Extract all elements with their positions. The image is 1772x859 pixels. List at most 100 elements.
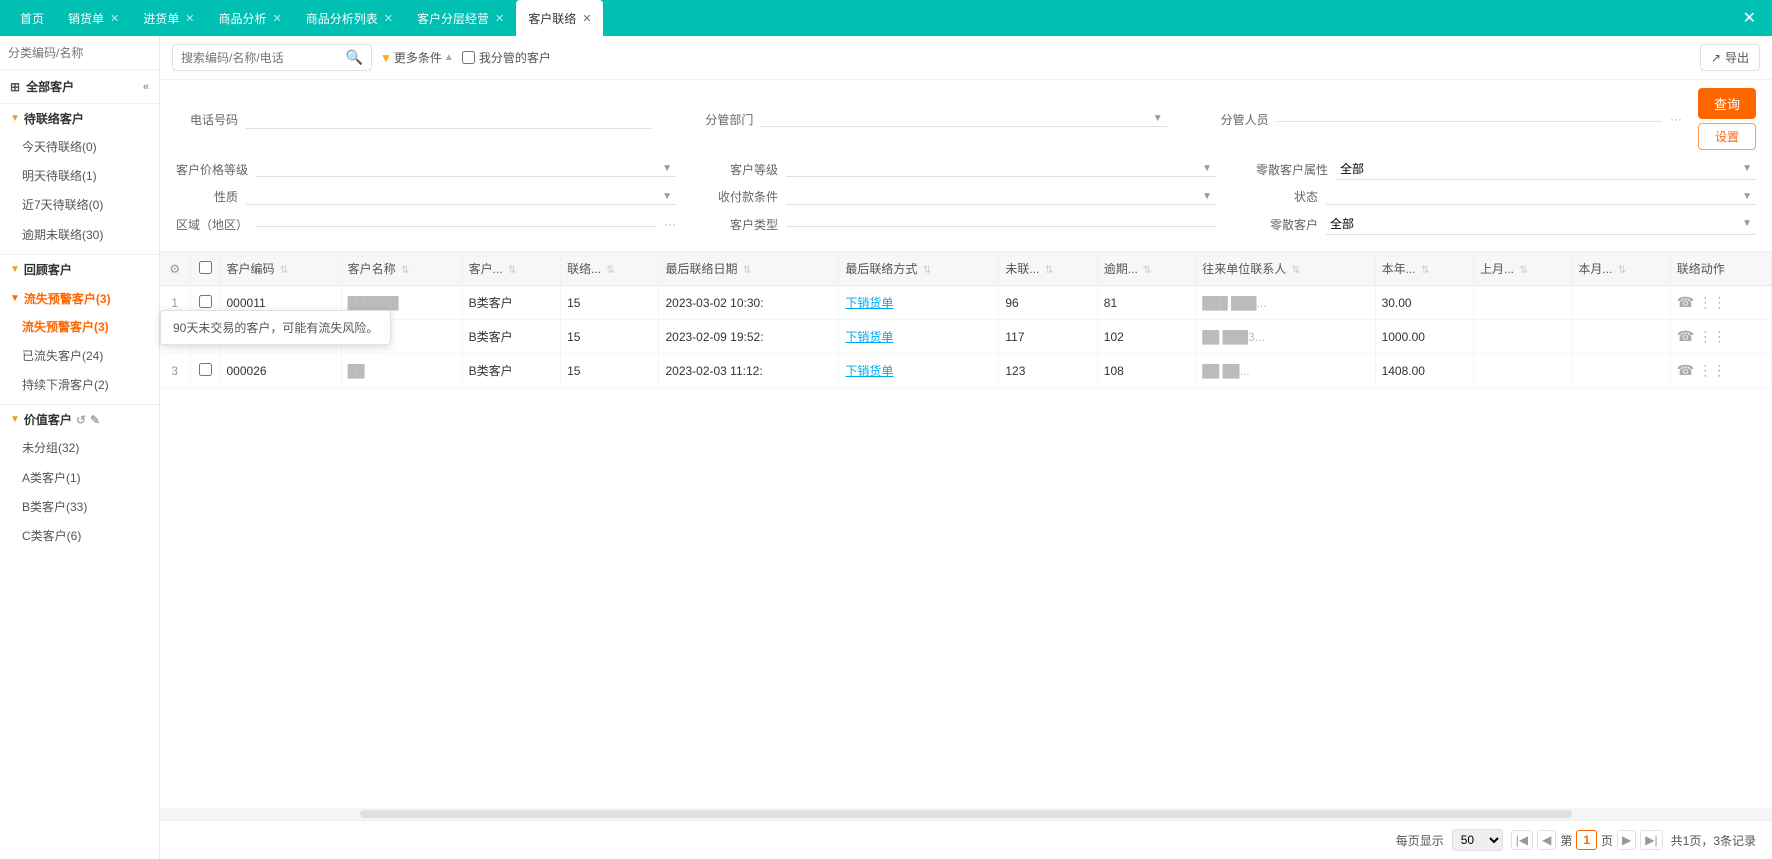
tab-sales[interactable]: 销货单 ✕ bbox=[56, 0, 131, 36]
per-page-select[interactable]: 50 100 200 bbox=[1452, 829, 1503, 851]
page-first-button[interactable]: |◀ bbox=[1511, 830, 1533, 850]
cell-action-2: ☎ ⋮⋮ bbox=[1670, 354, 1771, 388]
filter-manager-dots[interactable]: ··· bbox=[1670, 112, 1682, 126]
cell-not-contacted-0: 96 bbox=[999, 286, 1097, 320]
link-contact-way-0[interactable]: 下销货单 bbox=[845, 296, 893, 310]
query-button[interactable]: 查询 bbox=[1698, 88, 1756, 119]
sort-overdue-icon[interactable]: ⇅ bbox=[1143, 265, 1151, 276]
value-refresh-icon[interactable]: ↺ bbox=[76, 413, 86, 427]
toolbar: 🔍 ▼ 更多条件 ▲ 我分管的客户 ↗ 导出 bbox=[160, 36, 1772, 80]
collapse-icon[interactable]: « bbox=[143, 81, 149, 93]
select-all-checkbox[interactable] bbox=[199, 261, 212, 274]
sidebar-section-value[interactable]: ▼ 价值客户 ↺ ✎ bbox=[0, 404, 159, 434]
sort-thismonth-icon[interactable]: ⇅ bbox=[1618, 265, 1626, 276]
tab-customer-tier[interactable]: 客户分层经营 ✕ bbox=[405, 0, 516, 36]
filter-region-dots[interactable]: ··· bbox=[664, 217, 676, 231]
filter-customer-type-select[interactable] bbox=[786, 222, 1216, 227]
my-customers-checkbox[interactable]: 我分管的客户 bbox=[462, 49, 551, 66]
th-overdue: 逾期... ⇅ bbox=[1097, 252, 1195, 286]
sort-way-icon[interactable]: ⇅ bbox=[923, 265, 931, 276]
filter-region-select[interactable] bbox=[256, 222, 656, 227]
tab-customer-contact[interactable]: 客户联络 ✕ bbox=[516, 0, 603, 36]
sort-notcontacted-icon[interactable]: ⇅ bbox=[1045, 265, 1053, 276]
tab-home[interactable]: 首页 bbox=[8, 0, 56, 36]
action-icons-1: ☎ ⋮⋮ bbox=[1677, 328, 1765, 345]
filter-phone-input[interactable] bbox=[246, 110, 651, 129]
tab-sales-close[interactable]: ✕ bbox=[110, 12, 119, 25]
sidebar-section-churn[interactable]: ▼ 流失预警客户(3) bbox=[0, 284, 159, 313]
filter-retail-select[interactable]: 全部 ▼ bbox=[1326, 213, 1756, 235]
action-more-icon-0[interactable]: ⋮⋮ bbox=[1698, 294, 1726, 311]
sort-lastmonth-icon[interactable]: ⇅ bbox=[1519, 265, 1527, 276]
sidebar-item-already-churned[interactable]: 已流失客户(24) bbox=[0, 342, 159, 371]
filter-customer-grade-select[interactable]: ▼ bbox=[786, 161, 1216, 177]
sidebar-item-b-class[interactable]: B类客户(33) bbox=[0, 493, 159, 522]
sort-unitcontact-icon[interactable]: ⇅ bbox=[1292, 265, 1300, 276]
link-contact-way-1[interactable]: 下销货单 bbox=[845, 330, 893, 344]
row-checkbox-0[interactable] bbox=[199, 295, 212, 308]
tab-analysis-close[interactable]: ✕ bbox=[273, 12, 282, 25]
filter-nature-select[interactable]: ▼ bbox=[246, 189, 676, 205]
sidebar-item-a-class[interactable]: A类客户(1) bbox=[0, 464, 159, 493]
sidebar-item-churn-warning[interactable]: 流失预警客户(3) bbox=[0, 313, 159, 342]
more-conditions-button[interactable]: ▼ 更多条件 ▲ bbox=[380, 49, 454, 66]
table-row: 3 000026 ██ B类客户 15 2023-02-03 11:12: 下销… bbox=[160, 354, 1772, 388]
tab-customer-contact-close[interactable]: ✕ bbox=[582, 12, 591, 25]
export-button[interactable]: ↗ 导出 bbox=[1700, 44, 1760, 71]
scrollbar-track[interactable] bbox=[360, 810, 1572, 818]
filter-retail-attr-value: 全部 bbox=[1340, 160, 1364, 177]
arrow-icon-pending: ▼ bbox=[10, 113, 20, 124]
toolbar-search-icon[interactable]: 🔍 bbox=[346, 49, 363, 66]
sidebar-section-review[interactable]: ▼ 回顾客户 bbox=[0, 254, 159, 284]
link-contact-way-2[interactable]: 下销货单 bbox=[845, 364, 893, 378]
sidebar-item-week[interactable]: 近7天待联络(0) bbox=[0, 191, 159, 220]
page-prev-button[interactable]: ◀ bbox=[1537, 830, 1556, 850]
filter-manager-select[interactable] bbox=[1277, 117, 1662, 122]
sidebar-all-customers[interactable]: ⊞ 全部客户 « bbox=[0, 70, 159, 104]
page-next-button[interactable]: ▶ bbox=[1617, 830, 1636, 850]
sidebar-item-overdue[interactable]: 逾期未联络(30) bbox=[0, 221, 159, 250]
tab-analysis-list-close[interactable]: ✕ bbox=[384, 12, 393, 25]
action-icons-2: ☎ ⋮⋮ bbox=[1677, 362, 1765, 379]
sidebar-item-ungroup[interactable]: 未分组(32) bbox=[0, 434, 159, 463]
my-customers-check[interactable] bbox=[462, 51, 475, 64]
tab-purchase-close[interactable]: ✕ bbox=[185, 12, 194, 25]
filter-dept-select[interactable]: ▼ bbox=[761, 111, 1166, 127]
sort-name-icon[interactable]: ⇅ bbox=[401, 265, 409, 276]
sort-contact-icon[interactable]: ⇅ bbox=[606, 265, 614, 276]
action-contact-icon-0[interactable]: ☎ bbox=[1677, 294, 1694, 311]
sort-date-icon[interactable]: ⇅ bbox=[743, 265, 751, 276]
sidebar-item-c-class[interactable]: C类客户(6) bbox=[0, 522, 159, 551]
sort-thisyear-icon[interactable]: ⇅ bbox=[1421, 265, 1429, 276]
settings-gear-icon[interactable]: ⚙ bbox=[169, 262, 180, 276]
window-close-button[interactable]: ✕ bbox=[1735, 8, 1764, 28]
action-contact-icon-1[interactable]: ☎ bbox=[1677, 328, 1694, 345]
action-contact-icon-2[interactable]: ☎ bbox=[1677, 362, 1694, 379]
sidebar-item-tomorrow[interactable]: 明天待联络(1) bbox=[0, 162, 159, 191]
action-more-icon-2[interactable]: ⋮⋮ bbox=[1698, 362, 1726, 379]
sidebar-search-input[interactable] bbox=[8, 46, 160, 60]
sidebar-section-pending[interactable]: ▼ 待联络客户 bbox=[0, 104, 159, 133]
sidebar-item-declining[interactable]: 持续下滑客户(2) bbox=[0, 371, 159, 400]
toolbar-search-input[interactable] bbox=[181, 51, 346, 65]
value-edit-icon[interactable]: ✎ bbox=[90, 413, 100, 427]
sort-code-icon[interactable]: ⇅ bbox=[280, 265, 288, 276]
export-icon: ↗ bbox=[1711, 51, 1721, 65]
settings-button[interactable]: 设置 bbox=[1698, 123, 1756, 150]
filter-payment-select[interactable]: ▼ bbox=[786, 189, 1216, 205]
tab-customer-tier-close[interactable]: ✕ bbox=[495, 12, 504, 25]
sort-type-icon[interactable]: ⇅ bbox=[508, 265, 516, 276]
sidebar-item-today[interactable]: 今天待联络(0) bbox=[0, 133, 159, 162]
action-more-icon-1[interactable]: ⋮⋮ bbox=[1698, 328, 1726, 345]
tab-analysis[interactable]: 商品分析 ✕ bbox=[206, 0, 293, 36]
tab-purchase[interactable]: 进货单 ✕ bbox=[131, 0, 206, 36]
page-last-button[interactable]: ▶| bbox=[1640, 830, 1662, 850]
row-checkbox-2[interactable] bbox=[199, 363, 212, 376]
tab-purchase-label: 进货单 bbox=[143, 10, 179, 27]
tab-analysis-list[interactable]: 商品分析列表 ✕ bbox=[294, 0, 405, 36]
cell-unit-contact-2: ██ ██... bbox=[1196, 354, 1375, 388]
horizontal-scrollbar[interactable] bbox=[160, 808, 1772, 820]
filter-retail-attr-select[interactable]: 全部 ▼ bbox=[1336, 158, 1756, 180]
filter-price-grade-select[interactable]: ▼ bbox=[256, 161, 676, 177]
filter-status-select[interactable]: ▼ bbox=[1326, 189, 1756, 205]
